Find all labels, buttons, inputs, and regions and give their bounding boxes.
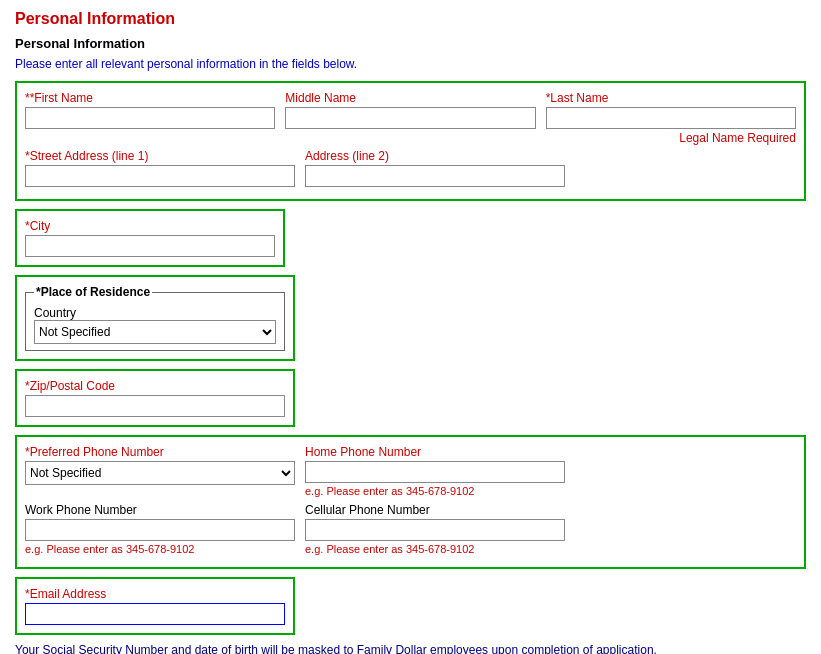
country-label: Country xyxy=(34,306,76,320)
preferred-phone-label: *Preferred Phone Number xyxy=(25,445,295,459)
cellular-phone-label: Cellular Phone Number xyxy=(305,503,565,517)
work-phone-input[interactable] xyxy=(25,519,295,541)
first-name-input[interactable] xyxy=(25,107,275,129)
email-section: *Email Address xyxy=(15,577,295,635)
last-name-label: *Last Name xyxy=(546,91,796,105)
city-section: *City xyxy=(15,209,285,267)
cellular-phone-input[interactable] xyxy=(305,519,565,541)
home-phone-group: Home Phone Number e.g. Please enter as 3… xyxy=(305,445,565,497)
preferred-phone-select[interactable]: Not Specified xyxy=(25,461,295,485)
preferred-phone-group: *Preferred Phone Number Not Specified xyxy=(25,445,295,497)
first-name-group: **First Name xyxy=(25,91,275,145)
name-address-section: **First Name Middle Name *Last Name Lega… xyxy=(15,81,806,201)
zip-label: *Zip/Postal Code xyxy=(25,379,285,393)
city-input[interactable] xyxy=(25,235,275,257)
residence-fieldset: *Place of Residence Country Not Specifie… xyxy=(25,285,285,351)
email-group: *Email Address xyxy=(25,587,285,625)
street-address-input[interactable] xyxy=(25,165,295,187)
address2-label: Address (line 2) xyxy=(305,149,565,163)
legal-name-hint: Legal Name Required xyxy=(546,131,796,145)
middle-name-input[interactable] xyxy=(285,107,535,129)
phone-section: *Preferred Phone Number Not Specified Ho… xyxy=(15,435,806,569)
residence-legend: *Place of Residence xyxy=(34,285,152,299)
cellular-phone-group: Cellular Phone Number e.g. Please enter … xyxy=(305,503,565,555)
zip-input[interactable] xyxy=(25,395,285,417)
first-name-label: **First Name xyxy=(25,91,275,105)
zip-section: *Zip/Postal Code xyxy=(15,369,295,427)
section-title: Personal Information xyxy=(15,36,806,51)
last-name-input[interactable] xyxy=(546,107,796,129)
work-cellular-row: Work Phone Number e.g. Please enter as 3… xyxy=(25,503,796,555)
middle-name-group: Middle Name xyxy=(285,91,535,145)
address2-group: Address (line 2) xyxy=(305,149,565,187)
city-group: *City xyxy=(25,219,275,257)
city-label: *City xyxy=(25,219,275,233)
middle-name-label: Middle Name xyxy=(285,91,535,105)
name-row: **First Name Middle Name *Last Name Lega… xyxy=(25,91,796,145)
zip-group: *Zip/Postal Code xyxy=(25,379,285,417)
residence-section: *Place of Residence Country Not Specifie… xyxy=(15,275,295,361)
street-address-group: *Street Address (line 1) xyxy=(25,149,295,187)
country-select[interactable]: Not Specified xyxy=(34,320,276,344)
work-phone-group: Work Phone Number e.g. Please enter as 3… xyxy=(25,503,295,555)
work-phone-label: Work Phone Number xyxy=(25,503,295,517)
page-title: Personal Information xyxy=(15,10,806,28)
work-phone-hint: e.g. Please enter as 345-678-9102 xyxy=(25,543,295,555)
ssn-mask-text: Your Social Security Number and date of … xyxy=(15,643,806,654)
address2-input[interactable] xyxy=(305,165,565,187)
email-label: *Email Address xyxy=(25,587,285,601)
cellular-phone-hint: e.g. Please enter as 345-678-9102 xyxy=(305,543,565,555)
preferred-home-row: *Preferred Phone Number Not Specified Ho… xyxy=(25,445,796,497)
street-address-label: *Street Address (line 1) xyxy=(25,149,295,163)
address-row: *Street Address (line 1) Address (line 2… xyxy=(25,149,796,187)
home-phone-hint: e.g. Please enter as 345-678-9102 xyxy=(305,485,565,497)
home-phone-label: Home Phone Number xyxy=(305,445,565,459)
email-input[interactable] xyxy=(25,603,285,625)
intro-text: Please enter all relevant personal infor… xyxy=(15,57,806,71)
last-name-group: *Last Name Legal Name Required xyxy=(546,91,796,145)
home-phone-input[interactable] xyxy=(305,461,565,483)
